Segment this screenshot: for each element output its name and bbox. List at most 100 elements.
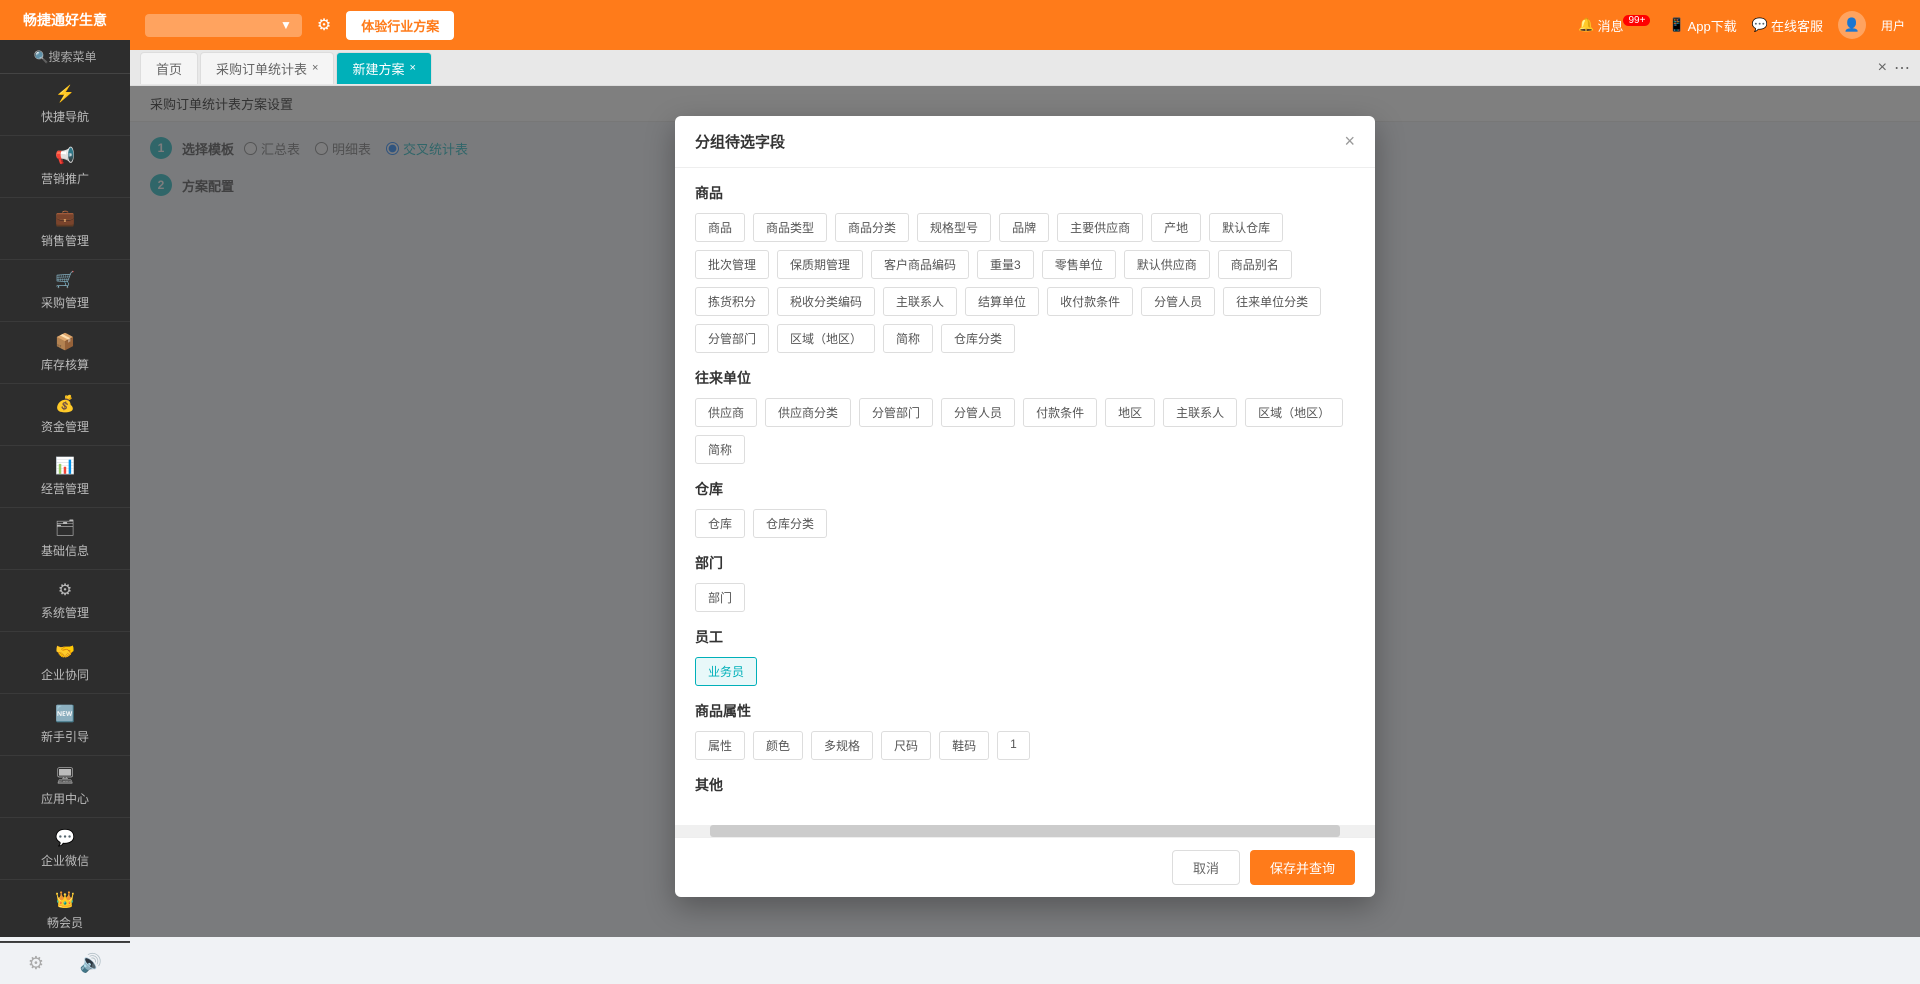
tag-item[interactable]: 颜色 [753, 731, 803, 760]
tag-item[interactable]: 1 [997, 731, 1030, 760]
service-label: 在线客服 [1771, 16, 1823, 35]
tag-item[interactable]: 简称 [695, 435, 745, 464]
tag-item[interactable]: 往来单位分类 [1223, 287, 1321, 316]
employee-tags: 业务员 [695, 657, 1355, 686]
modal-horizontal-scrollbar[interactable] [675, 825, 1375, 837]
tabbar-close-icon[interactable]: × [1878, 59, 1887, 77]
modal-body[interactable]: 商品 商品商品类型商品分类规格型号品牌主要供应商产地默认仓库批次管理保质期管理客… [675, 168, 1375, 825]
cancel-button[interactable]: 取消 [1172, 850, 1240, 885]
tag-item[interactable]: 品牌 [999, 213, 1049, 242]
notification-item[interactable]: 🔔 消息 99+ [1578, 16, 1653, 35]
tag-item[interactable]: 批次管理 [695, 250, 769, 279]
tag-item[interactable]: 仓库 [695, 509, 745, 538]
modal: 分组待选字段 × 商品 商品商品类型商品分类规格型号品牌主要供应商产地默认仓库批… [675, 116, 1375, 897]
tag-item[interactable]: 区域（地区） [1245, 398, 1343, 427]
tag-item[interactable]: 部门 [695, 583, 745, 612]
tag-item[interactable]: 收付款条件 [1047, 287, 1133, 316]
modal-close-button[interactable]: × [1344, 131, 1355, 152]
tag-item[interactable]: 零售单位 [1042, 250, 1116, 279]
tag-item[interactable]: 分管部门 [859, 398, 933, 427]
tag-item[interactable]: 仓库分类 [941, 324, 1015, 353]
tag-item[interactable]: 分管人员 [941, 398, 1015, 427]
sidebar-item-wechat[interactable]: 💬 企业微信 [0, 818, 130, 880]
tag-item[interactable]: 简称 [883, 324, 933, 353]
tag-item[interactable]: 结算单位 [965, 287, 1039, 316]
sidebar-item-marketing[interactable]: 📢 营销推广 [0, 136, 130, 198]
app-download-item[interactable]: 📱 App下载 [1668, 16, 1736, 35]
tab-purchase-stats[interactable]: 采购订单统计表 × [200, 52, 334, 84]
tag-item[interactable]: 属性 [695, 731, 745, 760]
tag-item[interactable]: 规格型号 [917, 213, 991, 242]
online-service-item[interactable]: 💬 在线客服 [1752, 16, 1823, 35]
tag-item[interactable]: 尺码 [881, 731, 931, 760]
topbar-gear-icon[interactable]: ⚙ [317, 15, 331, 35]
sidebar-item-vip[interactable]: 👑 畅会员 [0, 880, 130, 942]
tag-item[interactable]: 税收分类编码 [777, 287, 875, 316]
topbar-search-wrap[interactable]: ▼ [145, 14, 302, 37]
tag-item[interactable]: 客户商品编码 [871, 250, 969, 279]
monitor-icon: 🖥 [55, 766, 75, 786]
tag-item[interactable]: 多规格 [811, 731, 873, 760]
tag-item[interactable]: 供应商 [695, 398, 757, 427]
tag-item[interactable]: 供应商分类 [765, 398, 851, 427]
trial-btn[interactable]: 体验行业方案 [346, 11, 454, 40]
sidebar-bottom: ⚙ 🔊 [0, 942, 130, 984]
tag-item[interactable]: 地区 [1105, 398, 1155, 427]
sidebar-item-apps[interactable]: 🖥 应用中心 [0, 756, 130, 818]
tab-close-new-plan[interactable]: × [409, 62, 415, 74]
product-tags: 商品商品类型商品分类规格型号品牌主要供应商产地默认仓库批次管理保质期管理客户商品… [695, 213, 1355, 353]
tag-item[interactable]: 分管人员 [1141, 287, 1215, 316]
tag-item[interactable]: 默认供应商 [1124, 250, 1210, 279]
sidebar-item-sales[interactable]: 💼 销售管理 [0, 198, 130, 260]
sidebar-item-search[interactable]: 🔍 搜索菜单 [0, 40, 130, 74]
tag-item[interactable]: 主联系人 [1163, 398, 1237, 427]
handshake-icon: 🤝 [55, 642, 75, 662]
tag-item[interactable]: 商品分类 [835, 213, 909, 242]
section-title-other: 其他 [695, 775, 1355, 795]
sidebar-item-system[interactable]: ⚙ 系统管理 [0, 570, 130, 632]
tag-item[interactable]: 分管部门 [695, 324, 769, 353]
sidebar-item-inventory[interactable]: 📦 库存核算 [0, 322, 130, 384]
section-title-employee: 员工 [695, 627, 1355, 647]
topbar-search-input[interactable] [155, 18, 275, 33]
cart-icon: 🛒 [55, 270, 75, 290]
sidebar-item-basic-info[interactable]: 🗂 基础信息 [0, 508, 130, 570]
tag-item[interactable]: 付款条件 [1023, 398, 1097, 427]
tag-item[interactable]: 主联系人 [883, 287, 957, 316]
confirm-button[interactable]: 保存并查询 [1250, 850, 1355, 885]
tag-item[interactable]: 仓库分类 [753, 509, 827, 538]
sidebar-item-label: 基础信息 [41, 542, 89, 559]
sidebar-item-purchase[interactable]: 🛒 采购管理 [0, 260, 130, 322]
tag-item[interactable]: 鞋码 [939, 731, 989, 760]
user-avatar[interactable]: 👤 [1838, 11, 1866, 39]
user-name: 用户 [1881, 17, 1905, 34]
topbar-dropdown-icon[interactable]: ▼ [280, 18, 292, 32]
tag-item[interactable]: 业务员 [695, 657, 757, 686]
tag-item[interactable]: 商品别名 [1218, 250, 1292, 279]
bell-icon: 🔔 [1578, 17, 1594, 33]
audio-icon[interactable]: 🔊 [80, 953, 102, 974]
sidebar-item-operations[interactable]: 📊 经营管理 [0, 446, 130, 508]
tag-item[interactable]: 保质期管理 [777, 250, 863, 279]
sidebar-item-label: 企业协同 [41, 666, 89, 683]
tag-item[interactable]: 产地 [1151, 213, 1201, 242]
tab-close-purchase[interactable]: × [312, 62, 318, 74]
tag-item[interactable]: 主要供应商 [1057, 213, 1143, 242]
tag-item[interactable]: 商品类型 [753, 213, 827, 242]
sidebar-item-label: 采购管理 [41, 294, 89, 311]
settings-bottom-icon[interactable]: ⚙ [28, 953, 44, 974]
crown-icon: 👑 [55, 890, 75, 910]
sidebar-item-quick-nav[interactable]: ⚡ 快捷导航 [0, 74, 130, 136]
tab-home[interactable]: 首页 [140, 52, 198, 84]
tag-item[interactable]: 重量3 [977, 250, 1034, 279]
product-attr-tags: 属性颜色多规格尺码鞋码 1 [695, 731, 1355, 760]
tag-item[interactable]: 区域（地区） [777, 324, 875, 353]
tag-item[interactable]: 商品 [695, 213, 745, 242]
tab-new-plan[interactable]: 新建方案 × [336, 52, 431, 84]
tabbar-expand-icon[interactable]: ⋯ [1894, 58, 1910, 78]
sidebar-item-finance[interactable]: 💰 资金管理 [0, 384, 130, 446]
tag-item[interactable]: 拣货积分 [695, 287, 769, 316]
tag-item[interactable]: 默认仓库 [1209, 213, 1283, 242]
sidebar-item-collab[interactable]: 🤝 企业协同 [0, 632, 130, 694]
sidebar-item-newbie[interactable]: 🆕 新手引导 [0, 694, 130, 756]
